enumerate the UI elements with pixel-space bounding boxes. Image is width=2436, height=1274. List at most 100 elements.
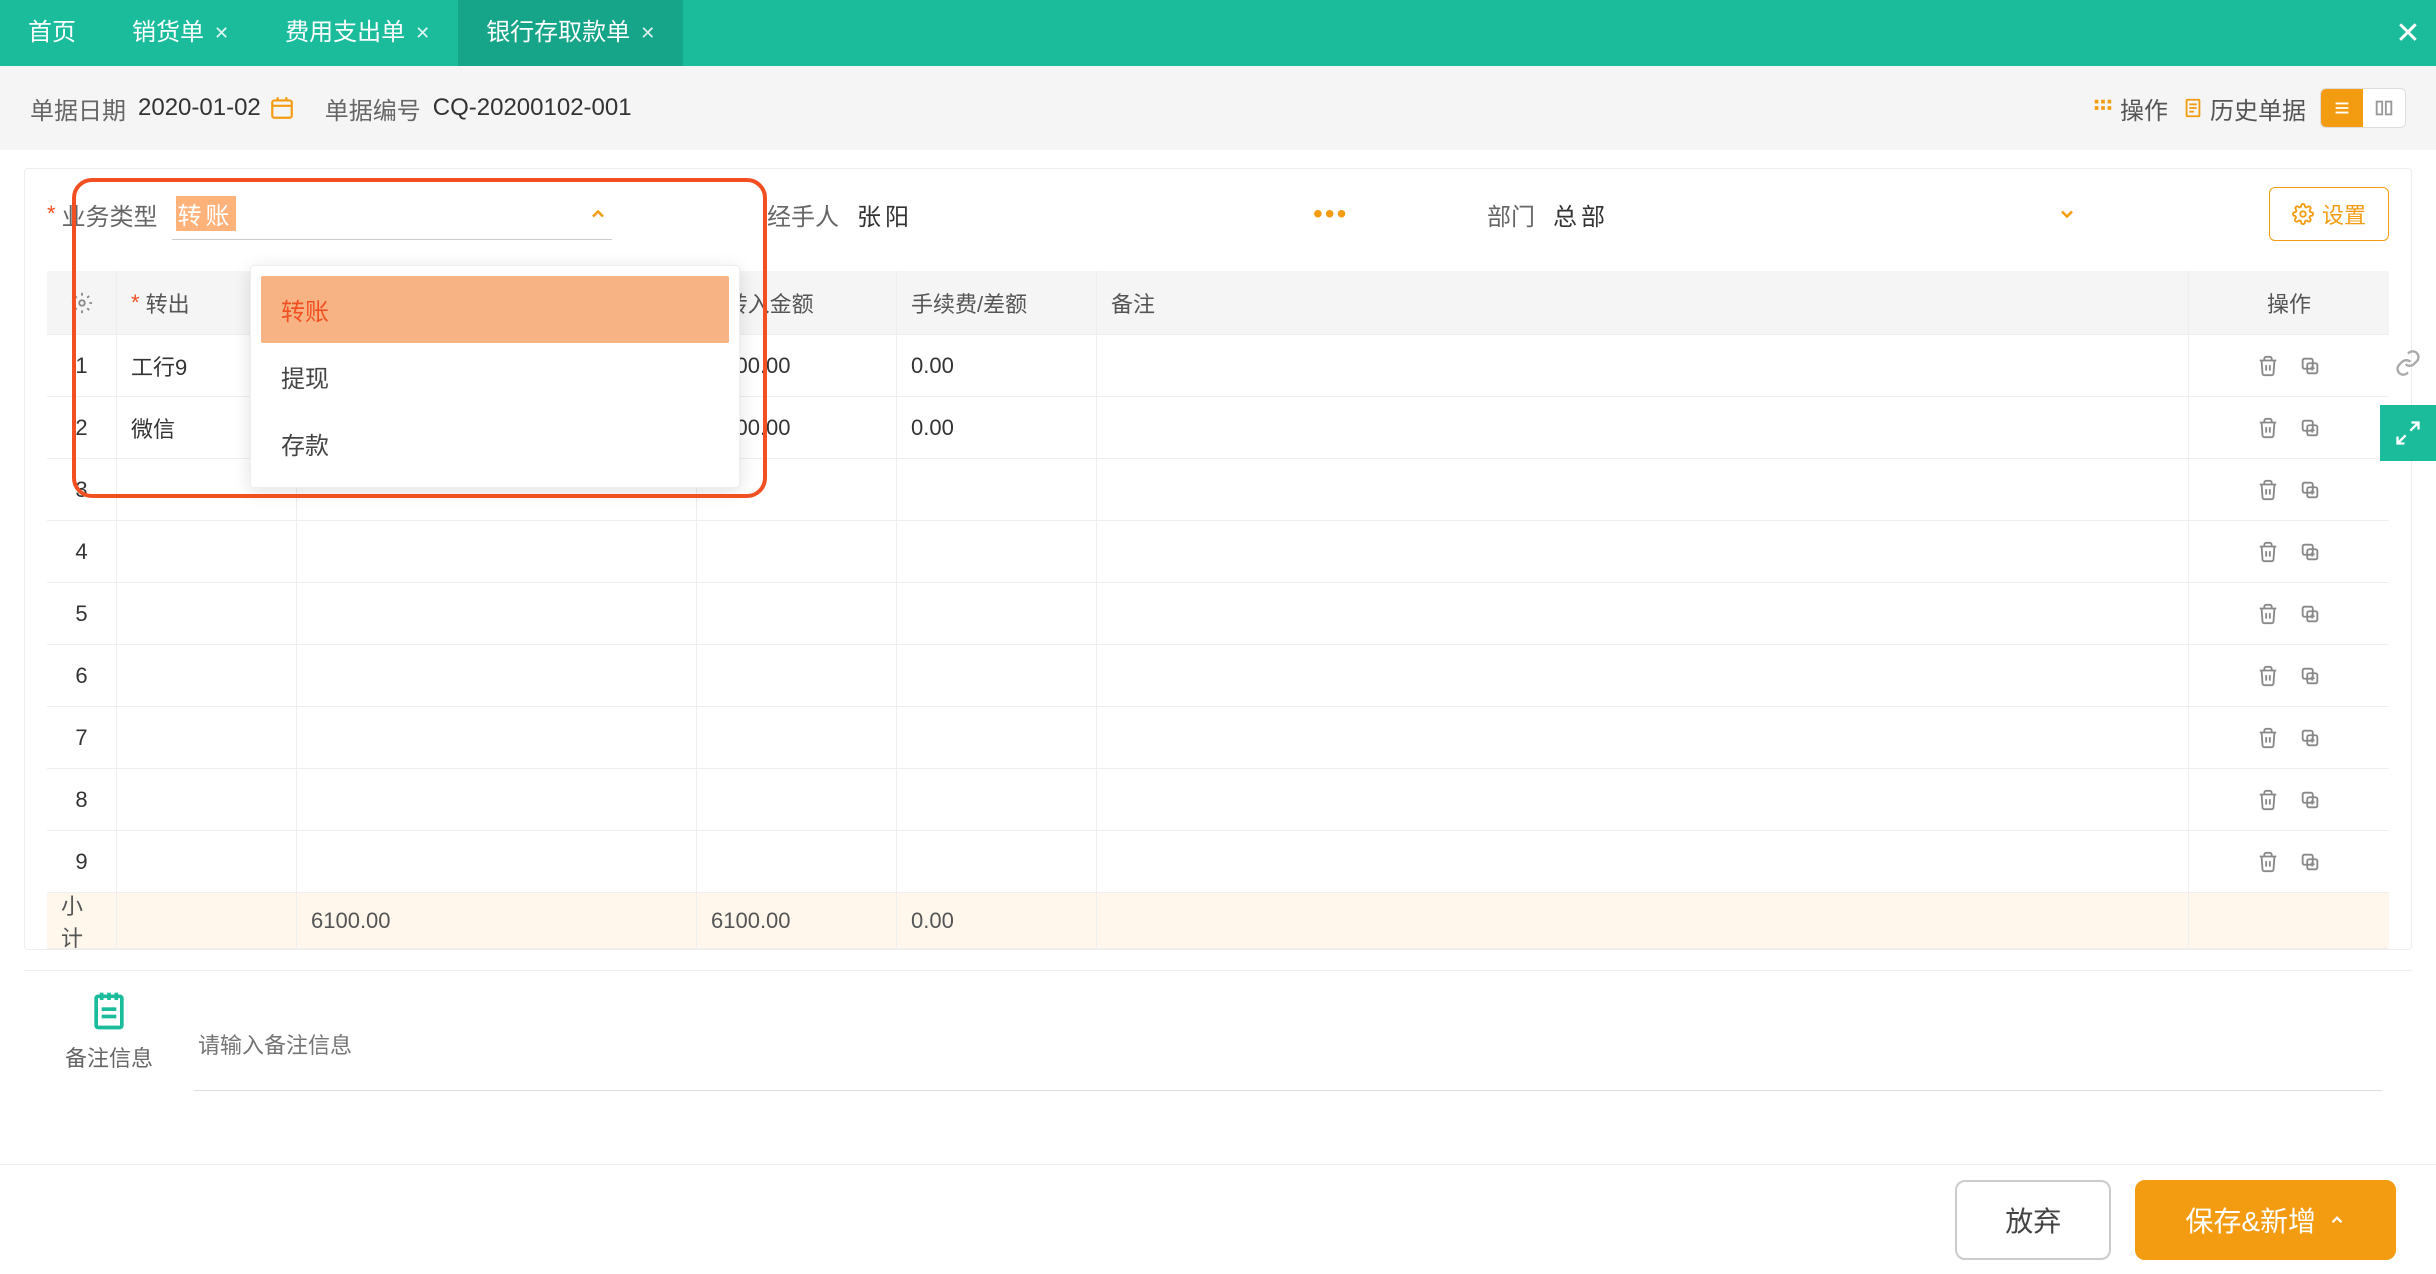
trash-icon[interactable] (2257, 479, 2279, 501)
cell-out-acct[interactable] (117, 707, 297, 768)
dept-field[interactable]: 部门 总部 (1487, 189, 2077, 240)
col-out-acct: 转出 (146, 287, 190, 319)
cell-remark[interactable] (1097, 831, 2189, 892)
cell-fee[interactable] (897, 459, 1097, 520)
remarks-title: 备注信息 (65, 1041, 153, 1073)
cell-out-amt[interactable] (297, 831, 697, 892)
dropdown-option-transfer[interactable]: 转账 (261, 276, 729, 343)
trash-icon[interactable] (2257, 851, 2279, 873)
trash-icon[interactable] (2257, 541, 2279, 563)
tab-expense[interactable]: 费用支出单 ✕ (257, 0, 458, 66)
trash-icon[interactable] (2257, 355, 2279, 377)
tab-home[interactable]: 首页 (0, 0, 104, 66)
cell-out-amt[interactable] (297, 583, 697, 644)
cell-in-amount[interactable] (697, 645, 897, 706)
copy-add-icon[interactable] (2299, 541, 2321, 563)
trash-icon[interactable] (2257, 789, 2279, 811)
cell-remark[interactable] (1097, 583, 2189, 644)
cell-remark[interactable] (1097, 645, 2189, 706)
row-index: 1 (47, 335, 117, 396)
view-column-button[interactable] (2363, 89, 2405, 127)
table-row[interactable]: 4 (47, 521, 2389, 583)
cell-remark[interactable] (1097, 397, 2189, 458)
biz-type-label: 业务类型 (62, 197, 158, 232)
cell-fee[interactable] (897, 831, 1097, 892)
table-row[interactable]: 9 (47, 831, 2389, 893)
cell-fee[interactable] (897, 521, 1097, 582)
tab-home-label: 首页 (28, 0, 76, 66)
cell-out-amt[interactable] (297, 769, 697, 830)
cell-out-amt[interactable] (297, 707, 697, 768)
table-row[interactable]: 7 (47, 707, 2389, 769)
copy-add-icon[interactable] (2299, 851, 2321, 873)
table-row[interactable]: 5 (47, 583, 2389, 645)
cell-out-acct[interactable] (117, 769, 297, 830)
table-row[interactable]: 8 (47, 769, 2389, 831)
row-index: 4 (47, 521, 117, 582)
biz-type-field[interactable]: * 业务类型 转账 (47, 188, 767, 240)
cell-in-amount[interactable] (697, 707, 897, 768)
cell-out-amt[interactable] (297, 645, 697, 706)
cell-remark[interactable] (1097, 335, 2189, 396)
cell-fee[interactable] (897, 645, 1097, 706)
copy-add-icon[interactable] (2299, 665, 2321, 687)
close-icon[interactable]: ✕ (640, 0, 655, 66)
dropdown-option-withdraw[interactable]: 提现 (261, 343, 729, 410)
cell-out-acct[interactable] (117, 521, 297, 582)
close-icon[interactable]: ✕ (415, 0, 430, 66)
dropdown-option-deposit[interactable]: 存款 (261, 410, 729, 477)
copy-add-icon[interactable] (2299, 479, 2321, 501)
chevron-up-icon[interactable] (588, 204, 608, 224)
trash-icon[interactable] (2257, 665, 2279, 687)
copy-add-icon[interactable] (2299, 789, 2321, 811)
cell-remark[interactable] (1097, 707, 2189, 768)
cell-in-amount[interactable] (697, 769, 897, 830)
cell-fee[interactable] (897, 769, 1097, 830)
cell-out-acct[interactable] (117, 645, 297, 706)
history-button[interactable]: 历史单据 (2182, 91, 2306, 126)
cell-remark[interactable] (1097, 521, 2189, 582)
cell-in-amount[interactable] (697, 521, 897, 582)
table-row[interactable]: 6 (47, 645, 2389, 707)
more-icon[interactable]: ••• (1313, 198, 1348, 230)
cell-out-amt[interactable] (297, 521, 697, 582)
remarks-input[interactable] (194, 1001, 2382, 1091)
cell-remark[interactable] (1097, 769, 2189, 830)
trash-icon[interactable] (2257, 417, 2279, 439)
cell-fee[interactable]: 0.00 (897, 397, 1097, 458)
save-and-new-button[interactable]: 保存&新增 (2135, 1180, 2396, 1260)
expand-tool-button[interactable] (2380, 405, 2436, 461)
bill-date-value[interactable]: 2020-01-02 (138, 94, 261, 122)
handler-field[interactable]: 经手人 张阳 ••• (767, 189, 1487, 240)
gear-icon[interactable] (71, 292, 93, 314)
calendar-icon[interactable] (269, 95, 295, 121)
trash-icon[interactable] (2257, 603, 2279, 625)
subtotal-out-amt: 6100.00 (311, 908, 391, 934)
required-star-icon: * (131, 290, 140, 316)
tab-sales[interactable]: 销货单 ✕ (104, 0, 257, 66)
tab-bank[interactable]: 银行存取款单 ✕ (458, 0, 683, 66)
operate-button[interactable]: 操作 (2092, 91, 2168, 126)
subtotal-label: 小计 (61, 889, 102, 953)
copy-add-icon[interactable] (2299, 355, 2321, 377)
trash-icon[interactable] (2257, 727, 2279, 749)
chevron-down-icon[interactable] (2057, 204, 2077, 224)
view-list-button[interactable] (2321, 89, 2363, 127)
copy-add-icon[interactable] (2299, 417, 2321, 439)
discard-button[interactable]: 放弃 (1955, 1180, 2111, 1260)
cell-fee[interactable] (897, 707, 1097, 768)
close-panel-button[interactable]: ✕ (2380, 0, 2436, 66)
close-icon[interactable]: ✕ (214, 0, 229, 66)
cell-remark[interactable] (1097, 459, 2189, 520)
cell-out-acct[interactable] (117, 583, 297, 644)
copy-add-icon[interactable] (2299, 603, 2321, 625)
cell-fee[interactable]: 0.00 (897, 335, 1097, 396)
settings-button[interactable]: 设置 (2269, 187, 2389, 241)
settings-label: 设置 (2322, 198, 2366, 230)
cell-out-acct[interactable] (117, 831, 297, 892)
cell-fee[interactable] (897, 583, 1097, 644)
cell-in-amount[interactable] (697, 831, 897, 892)
link-tool-button[interactable] (2380, 335, 2436, 391)
cell-in-amount[interactable] (697, 583, 897, 644)
copy-add-icon[interactable] (2299, 727, 2321, 749)
